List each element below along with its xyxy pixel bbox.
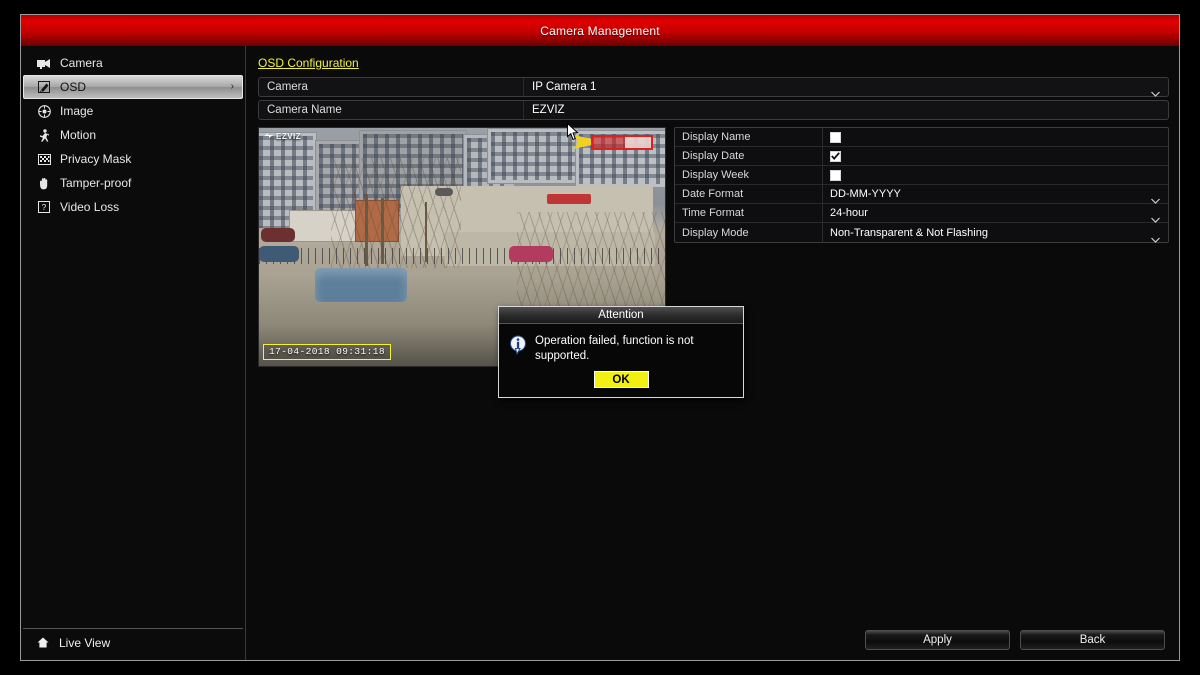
chevron-down-icon[interactable] — [1151, 191, 1160, 197]
sidebar-item-motion[interactable]: Motion — [23, 123, 243, 147]
sidebar-item-label: Privacy Mask — [60, 152, 131, 166]
sidebar-item-video-loss[interactable]: ? Video Loss — [23, 195, 243, 219]
sidebar-item-label: Camera — [60, 56, 103, 70]
display-name-checkbox[interactable] — [830, 132, 841, 143]
property-label: Display Name — [675, 128, 823, 146]
property-row-display-mode[interactable]: Display Mode Non-Transparent & Not Flash… — [675, 223, 1168, 242]
property-label: Time Format — [675, 204, 823, 222]
display-date-checkbox[interactable] — [830, 151, 841, 162]
sidebar-item-label: OSD — [60, 80, 86, 94]
dialog-ok-button[interactable]: OK — [594, 371, 649, 388]
apply-button[interactable]: Apply — [865, 630, 1010, 650]
preview-car — [509, 246, 553, 262]
chevron-right-icon: › — [231, 82, 234, 92]
camera-select-row[interactable]: Camera IP Camera 1 — [258, 77, 1169, 97]
content-spacer — [258, 367, 1169, 630]
aperture-icon — [36, 104, 52, 118]
sidebar-item-label: Video Loss — [60, 200, 119, 214]
live-view-label: Live View — [59, 636, 110, 650]
camera-icon — [36, 56, 52, 70]
window-title: Camera Management — [540, 24, 659, 38]
display-week-checkbox[interactable] — [830, 170, 841, 181]
preview-car — [259, 246, 299, 262]
preview-building — [487, 128, 579, 184]
home-icon — [35, 636, 51, 650]
attention-dialog: Attention Operation failed, function is … — [498, 306, 744, 398]
osd-properties-table: Display Name Display Date — [674, 127, 1169, 243]
property-row-display-week[interactable]: Display Week — [675, 166, 1168, 185]
sidebar-item-label: Motion — [60, 128, 96, 142]
dialog-message: Operation failed, function is not suppor… — [535, 334, 713, 364]
preview-watermark: EZVIZ — [264, 132, 301, 141]
sidebar-item-privacy-mask[interactable]: Privacy Mask — [23, 147, 243, 171]
action-buttons: Apply Back — [258, 630, 1169, 660]
svg-text:?: ? — [42, 202, 47, 212]
chevron-down-icon[interactable] — [1151, 230, 1160, 236]
property-label: Display Mode — [675, 223, 823, 242]
hand-icon — [36, 176, 52, 190]
sidebar-item-label: Image — [60, 104, 93, 118]
sidebar-item-osd[interactable]: OSD › — [23, 75, 243, 99]
osd-name-overlay-text[interactable] — [625, 137, 651, 148]
property-label: Display Week — [675, 166, 823, 184]
camera-name-label: Camera Name — [259, 101, 524, 119]
sidebar-item-camera[interactable]: Camera — [23, 51, 243, 75]
mosaic-grid-icon — [36, 152, 52, 166]
chevron-down-icon[interactable] — [1151, 84, 1160, 90]
camera-select-label: Camera — [259, 78, 524, 96]
check-icon — [831, 152, 840, 160]
preview-watermark-label: EZVIZ — [276, 132, 301, 141]
sidebar: Camera OSD › — [21, 46, 246, 660]
running-person-icon — [36, 128, 52, 142]
page-title: OSD Configuration — [258, 56, 359, 70]
property-row-display-date[interactable]: Display Date — [675, 147, 1168, 166]
sidebar-spacer — [21, 219, 245, 628]
sidebar-item-image[interactable]: Image — [23, 99, 243, 123]
sidebar-item-label: Tamper-proof — [60, 176, 131, 190]
property-value[interactable] — [823, 166, 1168, 184]
ezviz-logo-icon — [264, 133, 273, 141]
question-box-icon: ? — [36, 200, 52, 214]
dialog-title: Attention — [499, 307, 743, 324]
property-label: Display Date — [675, 147, 823, 165]
dialog-body: Operation failed, function is not suppor… — [499, 324, 743, 364]
window-titlebar: Camera Management — [21, 15, 1179, 46]
property-row-display-name[interactable]: Display Name — [675, 128, 1168, 147]
preview-branches — [331, 158, 461, 268]
camera-name-row[interactable]: Camera Name EZVIZ — [258, 100, 1169, 120]
property-label: Date Format — [675, 185, 823, 203]
display-mode-dropdown[interactable]: Non-Transparent & Not Flashing — [823, 223, 1168, 242]
camera-management-window: Camera Management Camera — [20, 14, 1180, 661]
preview-car — [435, 188, 453, 196]
info-icon — [509, 335, 527, 364]
back-button[interactable]: Back — [1020, 630, 1165, 650]
edit-pencil-icon — [36, 80, 52, 94]
preview-red-object — [547, 194, 591, 204]
property-row-date-format[interactable]: Date Format DD-MM-YYYY — [675, 185, 1168, 204]
osd-timestamp-overlay[interactable]: 17-04-2018 09:31:18 — [263, 344, 391, 360]
preview-car — [315, 268, 407, 302]
camera-name-input[interactable]: EZVIZ — [524, 101, 1168, 119]
property-value[interactable] — [823, 147, 1168, 165]
property-value[interactable] — [823, 128, 1168, 146]
property-row-time-format[interactable]: Time Format 24-hour — [675, 204, 1168, 223]
dialog-footer: OK — [499, 371, 743, 388]
time-format-dropdown[interactable]: 24-hour — [823, 204, 1168, 222]
preview-car — [261, 228, 295, 242]
live-view-button[interactable]: Live View — [23, 628, 243, 656]
date-format-dropdown[interactable]: DD-MM-YYYY — [823, 185, 1168, 203]
camera-select-value[interactable]: IP Camera 1 — [524, 78, 1168, 96]
chevron-down-icon[interactable] — [1151, 210, 1160, 216]
sidebar-item-tamper-proof[interactable]: Tamper-proof — [23, 171, 243, 195]
